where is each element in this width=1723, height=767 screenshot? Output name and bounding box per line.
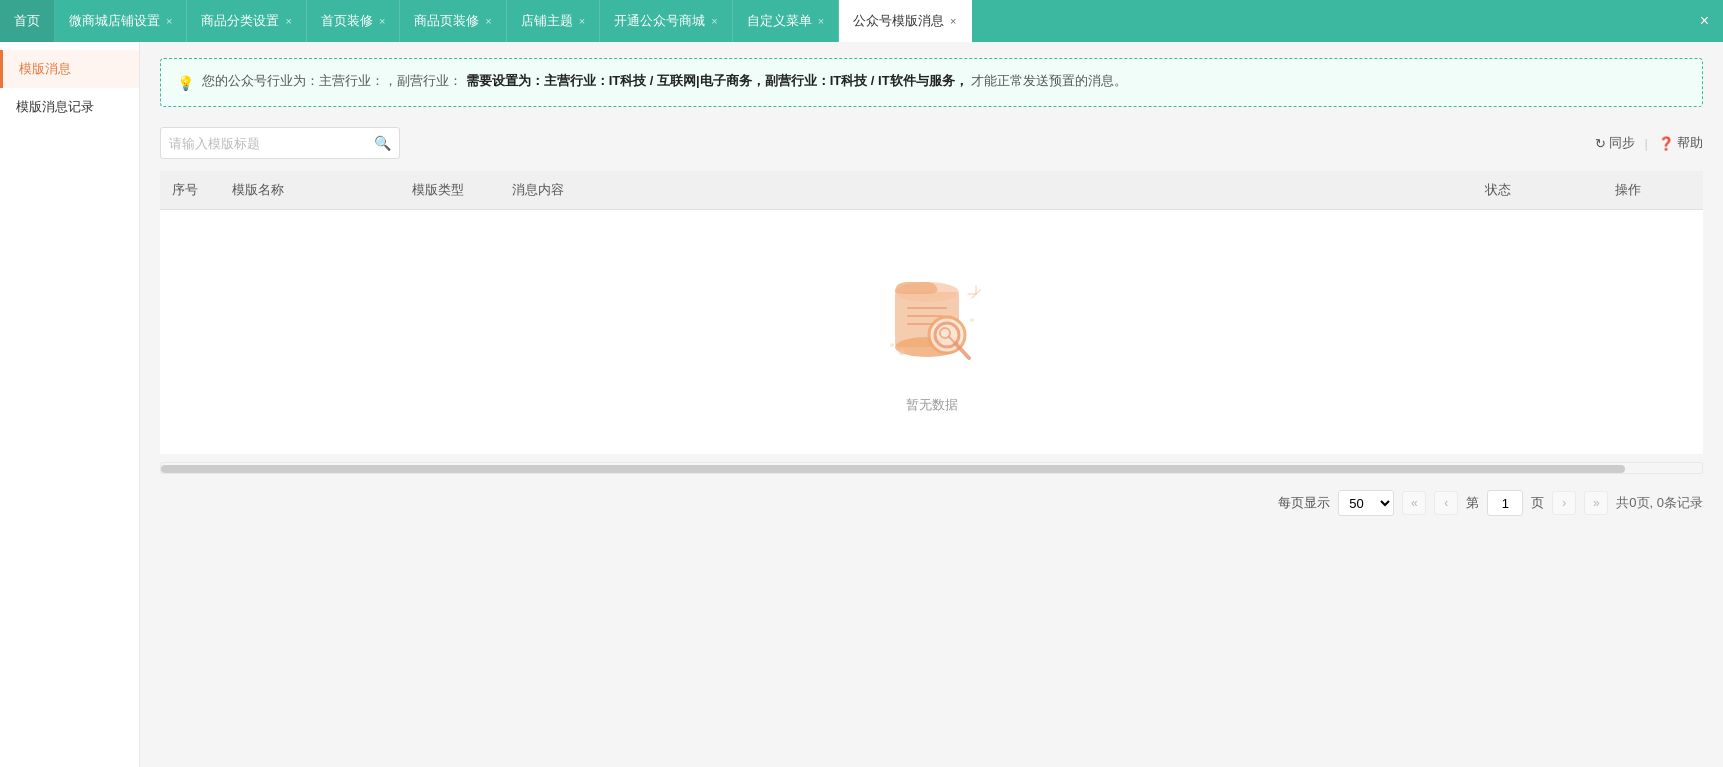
- col-header-status: 状态: [1473, 171, 1603, 210]
- empty-text: 暂无数据: [160, 396, 1703, 414]
- nav-label-weshop-settings: 微商城店铺设置: [69, 12, 160, 30]
- svg-point-11: [899, 349, 905, 355]
- nav-label-product-category: 商品分类设置: [201, 12, 279, 30]
- sync-label: 同步: [1609, 134, 1635, 152]
- nav-item-shop-theme[interactable]: 店铺主题 ×: [507, 0, 600, 42]
- nav-label-home-decoration: 首页装修: [321, 12, 373, 30]
- table-wrapper: 序号 模版名称 模版类型 消息内容 状态: [160, 171, 1703, 454]
- help-button[interactable]: ❓ 帮助: [1658, 134, 1703, 152]
- sidebar-label-template-message: 模版消息: [19, 61, 71, 76]
- nav-close-weshop-settings[interactable]: ×: [166, 15, 172, 27]
- prev-page-button[interactable]: ‹: [1434, 491, 1458, 515]
- nav-item-template-message[interactable]: 公众号模版消息 ×: [839, 0, 971, 42]
- sidebar: 模版消息 模版消息记录: [0, 42, 140, 767]
- nav-item-home[interactable]: 首页: [0, 0, 55, 42]
- top-nav: 首页 微商城店铺设置 × 商品分类设置 × 首页装修 × 商品页装修 × 店铺主…: [0, 0, 1723, 42]
- first-page-button[interactable]: «: [1402, 491, 1426, 515]
- page-word-after: 页: [1531, 494, 1544, 512]
- scrollbar-thumb: [161, 465, 1625, 473]
- notice-highlight: 需要设置为：主营行业：IT科技 / 互联网|电子商务，副营行业：IT科技 / I…: [466, 73, 968, 88]
- svg-point-13: [970, 318, 974, 322]
- notice-box: 💡 您的公众号行业为：主营行业：，副营行业： 需要设置为：主营行业：IT科技 /…: [160, 58, 1703, 107]
- col-header-type: 模版类型: [400, 171, 500, 210]
- page-size-select[interactable]: 50 10 20 100: [1338, 490, 1394, 516]
- nav-item-product-category[interactable]: 商品分类设置 ×: [187, 0, 306, 42]
- nav-label-open-mall: 开通公众号商城: [614, 12, 705, 30]
- col-header-content: 消息内容: [500, 171, 1473, 210]
- notice-text: 您的公众号行业为：主营行业：，副营行业： 需要设置为：主营行业：IT科技 / 互…: [202, 71, 1127, 92]
- sync-icon: ↻: [1595, 136, 1606, 151]
- nav-close-all-button[interactable]: ×: [1686, 0, 1723, 42]
- next-page-button[interactable]: ›: [1552, 491, 1576, 515]
- sidebar-label-template-message-records: 模版消息记录: [16, 99, 94, 114]
- table-empty-row: 暂无数据: [160, 210, 1703, 455]
- nav-item-open-mall[interactable]: 开通公众号商城 ×: [600, 0, 732, 42]
- search-wrapper: 🔍: [160, 127, 400, 159]
- nav-close-shop-theme[interactable]: ×: [579, 15, 585, 27]
- total-info: 共0页, 0条记录: [1616, 494, 1703, 512]
- nav-label-custom-menu: 自定义菜单: [747, 12, 812, 30]
- current-page-input[interactable]: [1487, 490, 1523, 516]
- nav-close-product-decoration[interactable]: ×: [485, 15, 491, 27]
- nav-item-weshop-settings[interactable]: 微商城店铺设置 ×: [55, 0, 187, 42]
- toolbar: 🔍 ↻ 同步 | ❓ 帮助: [160, 127, 1703, 159]
- nav-item-custom-menu[interactable]: 自定义菜单 ×: [733, 0, 839, 42]
- empty-illustration: [872, 270, 992, 380]
- search-icon[interactable]: 🔍: [374, 135, 391, 151]
- nav-item-product-decoration[interactable]: 商品页装修 ×: [400, 0, 506, 42]
- sidebar-item-template-message-records[interactable]: 模版消息记录: [0, 88, 139, 126]
- nav-close-open-mall[interactable]: ×: [711, 15, 717, 27]
- sidebar-item-template-message[interactable]: 模版消息: [0, 50, 139, 88]
- content-area: 💡 您的公众号行业为：主营行业：，副营行业： 需要设置为：主营行业：IT科技 /…: [140, 42, 1723, 767]
- toolbar-divider: |: [1645, 136, 1648, 151]
- nav-close-product-category[interactable]: ×: [285, 15, 291, 27]
- nav-close-template-message[interactable]: ×: [950, 15, 956, 27]
- notice-text-after: 才能正常发送预置的消息。: [971, 73, 1127, 88]
- pagination: 每页显示 50 10 20 100 « ‹ 第 页 › » 共0页, 0条记录: [160, 482, 1703, 524]
- nav-label-shop-theme: 店铺主题: [521, 12, 573, 30]
- nav-label-home: 首页: [14, 12, 40, 30]
- notice-text-before: 您的公众号行业为：主营行业：，副营行业：: [202, 73, 462, 88]
- col-header-action: 操作: [1603, 171, 1703, 210]
- search-input[interactable]: [169, 136, 374, 151]
- table-header-row: 序号 模版名称 模版类型 消息内容 状态: [160, 171, 1703, 210]
- nav-item-home-decoration[interactable]: 首页装修 ×: [307, 0, 400, 42]
- page-word-before: 第: [1466, 494, 1479, 512]
- nav-close-home-decoration[interactable]: ×: [379, 15, 385, 27]
- page-size-label: 每页显示: [1278, 494, 1330, 512]
- svg-point-12: [890, 343, 894, 347]
- col-header-seq: 序号: [160, 171, 220, 210]
- nav-label-product-decoration: 商品页装修: [414, 12, 479, 30]
- sync-button[interactable]: ↻ 同步: [1595, 134, 1635, 152]
- toolbar-right: ↻ 同步 | ❓ 帮助: [1595, 134, 1703, 152]
- empty-state: 暂无数据: [160, 210, 1703, 454]
- nav-close-custom-menu[interactable]: ×: [818, 15, 824, 27]
- last-page-button[interactable]: »: [1584, 491, 1608, 515]
- col-header-name: 模版名称: [220, 171, 400, 210]
- notice-icon: 💡: [177, 72, 194, 94]
- help-icon: ❓: [1658, 136, 1674, 151]
- help-label: 帮助: [1677, 134, 1703, 152]
- nav-label-template-message: 公众号模版消息: [853, 12, 944, 30]
- data-table: 序号 模版名称 模版类型 消息内容 状态: [160, 171, 1703, 454]
- horizontal-scrollbar[interactable]: [160, 462, 1703, 474]
- main-layout: 模版消息 模版消息记录 💡 您的公众号行业为：主营行业：，副营行业： 需要设置为…: [0, 42, 1723, 767]
